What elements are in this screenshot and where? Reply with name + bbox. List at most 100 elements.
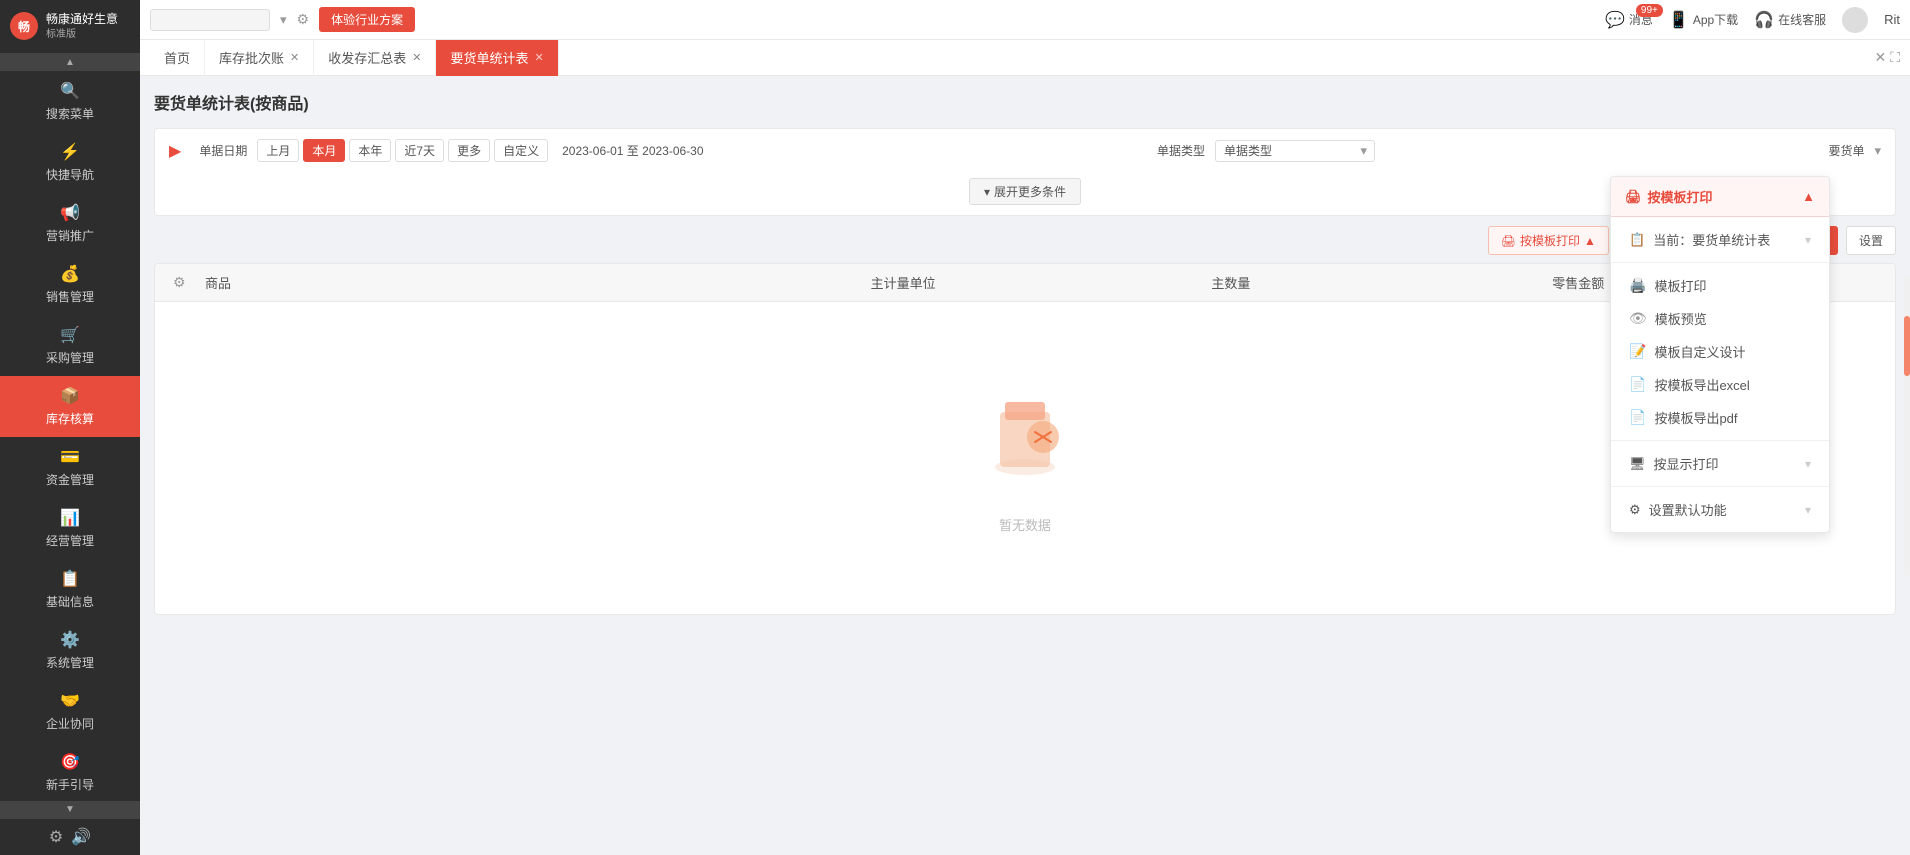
- sidebar-item-basics[interactable]: 📋基础信息: [0, 559, 140, 620]
- sidebar-item-shortcut[interactable]: ⚡快捷导航: [0, 132, 140, 193]
- display-print-item[interactable]: 🖥 按显示打印 ▾: [1611, 447, 1829, 480]
- volume-icon[interactable]: 🔊: [71, 827, 91, 847]
- topbar: ▾ ⚙ 体验行业方案 💬 消息 99+ 📱 App下载 🎧 在线客服 Rit: [140, 0, 1910, 40]
- date-buttons: 上月本月本年近7天更多自定义: [257, 139, 548, 162]
- col-product: 商品: [197, 273, 863, 292]
- date-btn-本年[interactable]: 本年: [349, 139, 391, 162]
- export-excel-item[interactable]: 📄 按模板导出excel: [1611, 368, 1829, 401]
- settings-button[interactable]: 设置: [1846, 226, 1896, 255]
- date-btn-上月[interactable]: 上月: [257, 139, 299, 162]
- sidebar-logo: 畅 畅康通好生意 标准版: [0, 0, 140, 54]
- current-template-item[interactable]: 📋 当前：要货单统计表 ▾: [1611, 223, 1829, 256]
- sidebar-item-label: 系统管理: [46, 654, 94, 671]
- printer-icon: 🖨: [1501, 234, 1516, 248]
- expand-more-button[interactable]: ▾ 展开更多条件: [969, 178, 1081, 205]
- search-input[interactable]: [150, 9, 270, 31]
- sidebar-item-label: 搜索菜单: [46, 105, 94, 122]
- settings-bottom-icon[interactable]: ⚙: [49, 827, 63, 847]
- tab-receivable_summary[interactable]: 收发存汇总表 ✕: [314, 40, 436, 76]
- tab-inventory_batch[interactable]: 库存批次账✕: [205, 40, 314, 76]
- operations-icon: 📊: [60, 508, 80, 528]
- page: 要货单统计表(按商品) ▶ 单据日期 上月本月本年近7天更多自定义 2023-0…: [140, 76, 1910, 855]
- display-print-arrow: ▾: [1805, 457, 1811, 471]
- logo-text: 畅康通好生意 标准版: [46, 12, 118, 41]
- date-btn-更多[interactable]: 更多: [448, 139, 490, 162]
- tab-label: 要货单统计表: [450, 48, 528, 67]
- col-unit: 主计量单位: [863, 273, 1204, 292]
- system-icon: ⚙️: [60, 630, 80, 650]
- avatar[interactable]: [1842, 7, 1868, 33]
- tab-close-icon[interactable]: ✕: [290, 51, 299, 64]
- set-default-item[interactable]: ⚙ 设置默认功能 ▾: [1611, 493, 1829, 526]
- scrollbar-thumb[interactable]: [1904, 316, 1910, 376]
- shortcut-icon: ⚡: [60, 142, 80, 162]
- date-btn-自定义[interactable]: 自定义: [494, 139, 548, 162]
- topbar-dropdown-icon[interactable]: ▾: [280, 12, 287, 28]
- tab-close-icon[interactable]: ✕: [535, 51, 544, 64]
- phone-icon: 📱: [1669, 10, 1689, 30]
- extra-select-icon[interactable]: ▾: [1874, 143, 1881, 159]
- current-template-section: 📋 当前：要货单统计表 ▾: [1611, 217, 1829, 263]
- sidebar-item-label: 采购管理: [46, 349, 94, 366]
- sidebar-item-marketing[interactable]: 📢营销推广: [0, 193, 140, 254]
- sidebar-item-inventory[interactable]: 📦 库存核算: [0, 376, 140, 437]
- main-content: ▾ ⚙ 体验行业方案 💬 消息 99+ 📱 App下载 🎧 在线客服 Rit 首…: [140, 0, 1910, 855]
- sidebar-item-enterprise[interactable]: 🤝企业协同: [0, 681, 140, 742]
- dropdown-collapse-icon[interactable]: ▲: [1802, 189, 1815, 204]
- display-print-icon: 🖥: [1629, 456, 1646, 472]
- print-dropdown-header[interactable]: 🖨 按模板打印 ▲: [1611, 177, 1829, 217]
- sidebar-item-newguide[interactable]: 🎯新手引导: [0, 742, 140, 801]
- sidebar-item-label: 库存核算: [46, 410, 94, 427]
- print-dropdown: 🖨 按模板打印 ▲ 📋 当前：要货单统计表 ▾ 🖨️ 模板打印: [1610, 176, 1830, 533]
- template-print-item[interactable]: 🖨️ 模板打印: [1611, 269, 1829, 302]
- sidebar-item-purchase[interactable]: 🛒采购管理: [0, 315, 140, 376]
- template-design-icon: 📝: [1629, 343, 1646, 360]
- app-download-button[interactable]: 📱 App下载: [1669, 10, 1738, 30]
- display-print-section: 🖥 按显示打印 ▾: [1611, 441, 1829, 487]
- finance-icon: 💳: [60, 447, 80, 467]
- print-template-button[interactable]: 🖨 按模板打印 ▲: [1488, 226, 1609, 255]
- export-pdf-item[interactable]: 📄 按模板导出pdf: [1611, 401, 1829, 434]
- tab-resize-buttons[interactable]: ✕ ⛶: [1874, 49, 1900, 66]
- template-design-item[interactable]: 📝 模板自定义设计: [1611, 335, 1829, 368]
- sidebar-item-operations[interactable]: 📊经营管理: [0, 498, 140, 559]
- type-select[interactable]: 单据类型: [1215, 140, 1375, 162]
- tab-home[interactable]: 首页: [150, 40, 205, 76]
- date-btn-近7天[interactable]: 近7天: [395, 139, 444, 162]
- topbar-right: 💬 消息 99+ 📱 App下载 🎧 在线客服 Rit: [1605, 7, 1900, 33]
- sidebar-item-label: 新手引导: [46, 776, 94, 793]
- sidebar-scroll-up[interactable]: ▲: [0, 54, 140, 71]
- tab-order_stats[interactable]: 要货单统计表 ✕: [436, 40, 558, 76]
- tab-label: 收发存汇总表: [328, 48, 406, 67]
- sidebar-item-label: 营销推广: [46, 227, 94, 244]
- tab-close-icon[interactable]: ✕: [412, 51, 421, 64]
- filter-arrow-icon[interactable]: ▶: [169, 141, 181, 161]
- sidebar-item-sales[interactable]: 💰 销售管理: [0, 254, 140, 315]
- message-button[interactable]: 💬 消息 99+: [1605, 10, 1653, 30]
- inventory-icon: 📦: [60, 386, 80, 406]
- close-tab-icon[interactable]: ✕: [1874, 49, 1886, 66]
- sidebar-item-label: 基础信息: [46, 593, 94, 610]
- sidebar-item-search[interactable]: 🔍搜索菜单: [0, 71, 140, 132]
- template-preview-item[interactable]: 👁 模板预览: [1611, 302, 1829, 335]
- sidebar-item-label: 销售管理: [46, 288, 94, 305]
- printer-dropdown-icon: 🖨: [1625, 189, 1642, 205]
- sidebar-item-system[interactable]: ⚙️ 系统管理: [0, 620, 140, 681]
- sidebar-item-finance[interactable]: 💳资金管理: [0, 437, 140, 498]
- set-default-icon: ⚙: [1629, 502, 1641, 518]
- column-settings-icon[interactable]: ⚙: [165, 274, 197, 291]
- sidebar-scroll-down[interactable]: ▼: [0, 801, 140, 818]
- sales-icon: 💰: [60, 264, 80, 284]
- current-template-arrow: ▾: [1805, 233, 1811, 247]
- enterprise-icon: 🤝: [60, 691, 80, 711]
- online-service-button[interactable]: 🎧 在线客服: [1754, 10, 1826, 30]
- date-btn-本月[interactable]: 本月: [303, 139, 345, 162]
- topbar-gear-icon[interactable]: ⚙: [297, 11, 310, 28]
- message-badge: 99+: [1636, 4, 1663, 17]
- set-default-arrow: ▾: [1805, 503, 1811, 517]
- expand-tab-icon[interactable]: ⛶: [1890, 49, 1900, 66]
- date-label: 单据日期: [199, 142, 247, 159]
- date-range: 2023-06-01 至 2023-06-30: [562, 142, 703, 159]
- sidebar-nav: 🔍搜索菜单⚡快捷导航📢营销推广 💰 销售管理 🛒采购管理 📦 库存核算 💳资金管理📊经营管理…: [0, 71, 140, 801]
- experience-button[interactable]: 体验行业方案: [319, 7, 415, 32]
